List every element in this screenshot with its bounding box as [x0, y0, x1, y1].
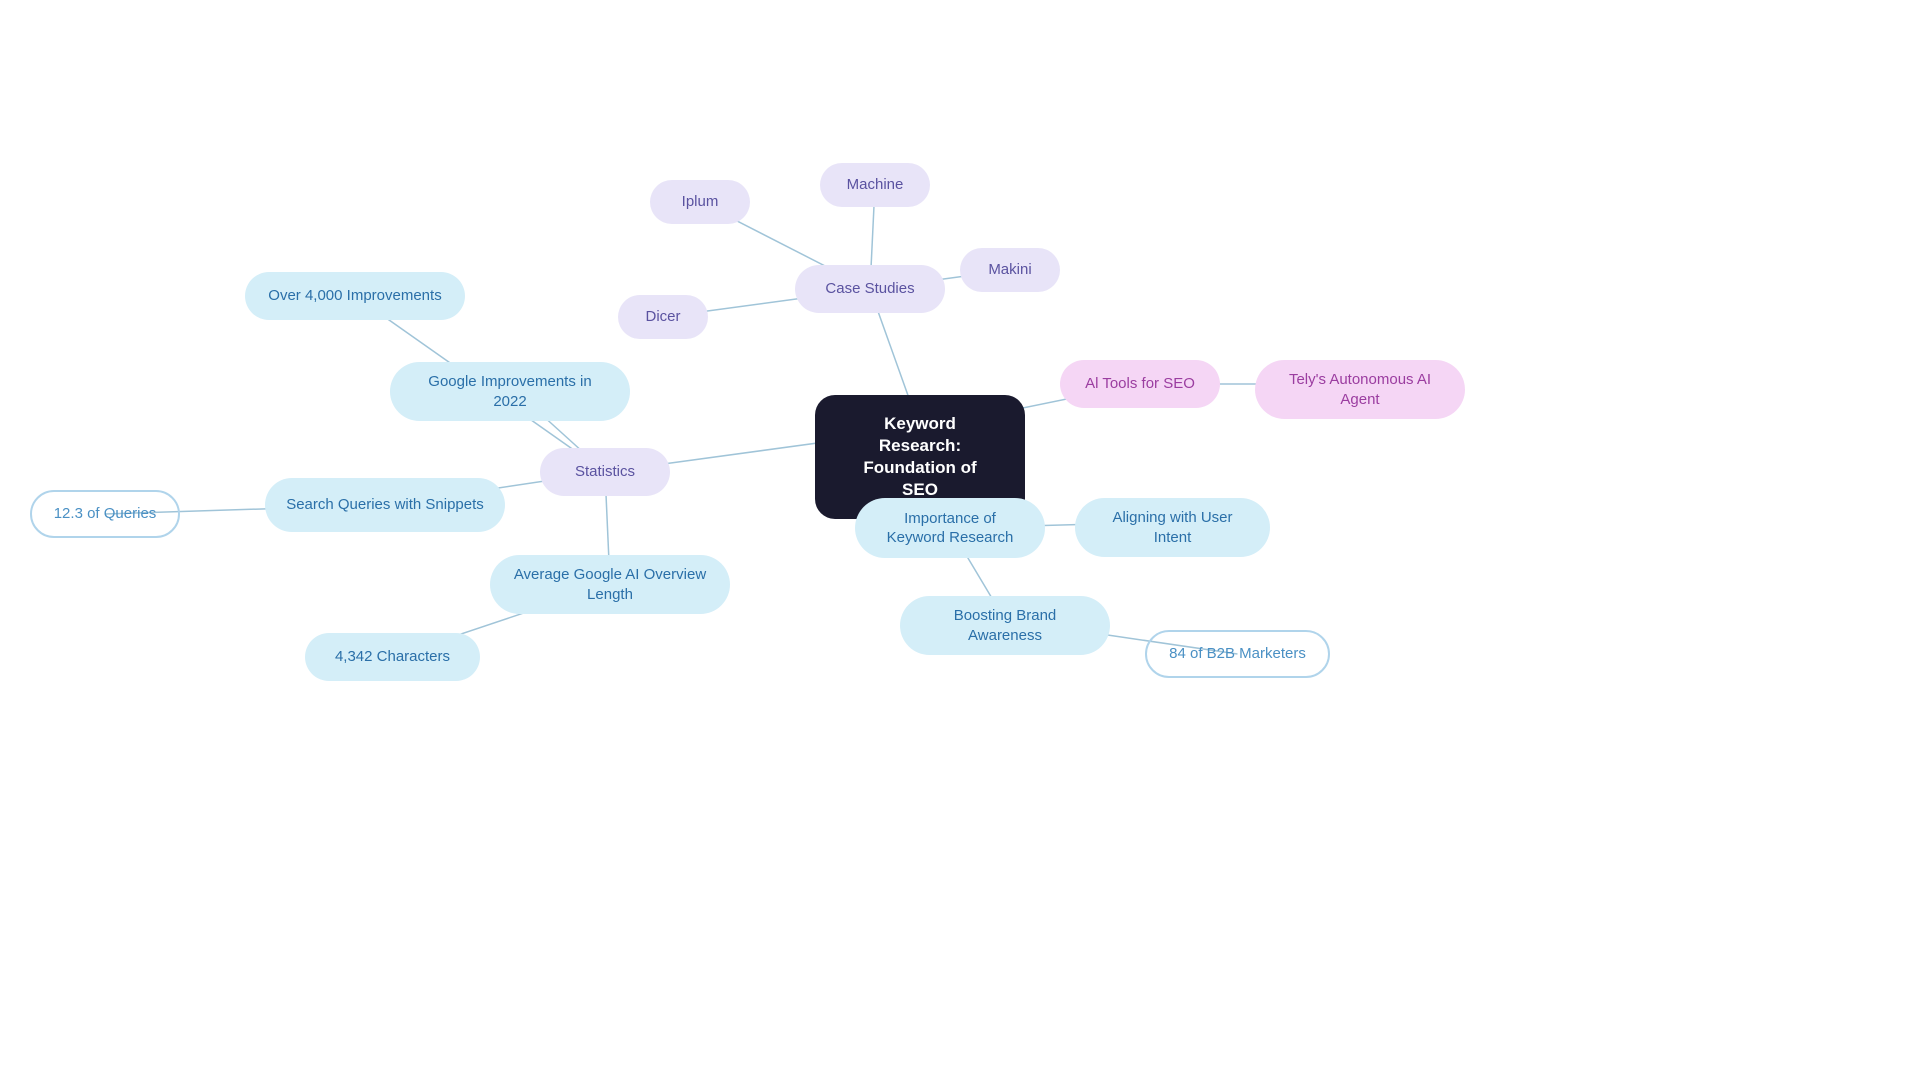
node-machine: Machine	[820, 163, 930, 207]
node-brand_awareness: Boosting Brand Awareness	[900, 596, 1110, 655]
node-case_studies: Case Studies	[795, 265, 945, 313]
node-b2b_84: 84 of B2B Marketers	[1145, 630, 1330, 678]
node-importance_kw: Importance of Keyword Research	[855, 498, 1045, 558]
node-avg_overview: Average Google AI Overview Length	[490, 555, 730, 614]
node-statistics: Statistics	[540, 448, 670, 496]
node-user_intent: Aligning with User Intent	[1075, 498, 1270, 557]
node-dicer: Dicer	[618, 295, 708, 339]
node-chars_4342: 4,342 Characters	[305, 633, 480, 681]
node-search_snippets: Search Queries with Snippets	[265, 478, 505, 532]
node-ai_tools: Al Tools for SEO	[1060, 360, 1220, 408]
mindmap-container: Keyword Research: Foundation of SEOCase …	[0, 0, 1920, 1083]
node-tely_ai: Tely's Autonomous AI Agent	[1255, 360, 1465, 419]
node-makini: Makini	[960, 248, 1060, 292]
node-iplum: Iplum	[650, 180, 750, 224]
node-google2022: Google Improvements in 2022	[390, 362, 630, 421]
node-over4000: Over 4,000 Improvements	[245, 272, 465, 320]
node-queries_12: 12.3 of Queries	[30, 490, 180, 538]
